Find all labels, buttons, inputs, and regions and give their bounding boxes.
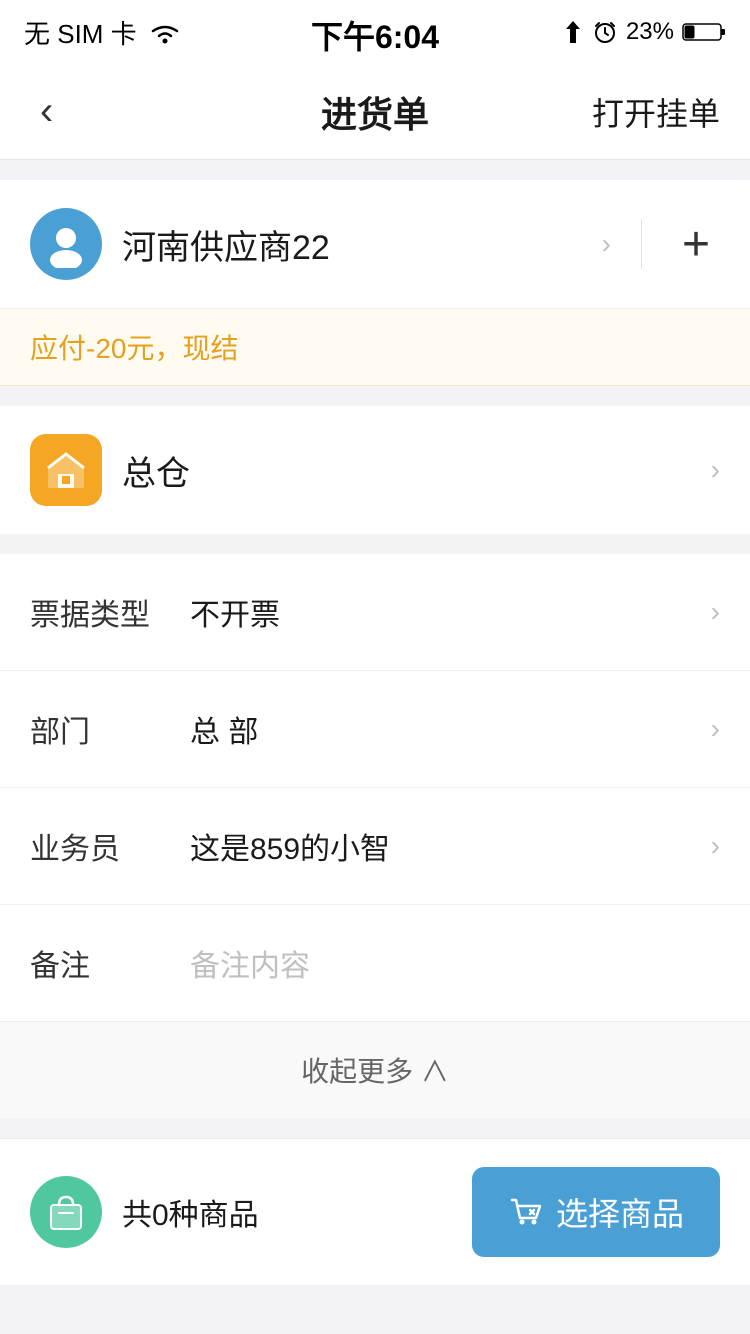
add-supplier-button[interactable]: + [672,217,720,272]
warehouse-name: 总仓 [122,446,711,495]
remark-row[interactable]: 备注 备注内容 [0,905,750,1021]
mid-divider1 [0,386,750,406]
invoice-type-label: 票据类型 [30,590,150,634]
supplier-right: › + [602,217,720,272]
products-icon-wrap [30,1176,102,1248]
nav-bar: ‹ 进货单 打开挂单 [0,64,750,160]
salesperson-value: 这是859的小智 [150,824,711,868]
alarm-icon [592,19,618,45]
status-left: 无 SIM 卡 [24,14,183,51]
warehouse-icon [44,448,88,492]
department-label: 部门 [30,707,150,751]
warehouse-card[interactable]: 总仓 › [0,406,750,534]
supplier-avatar [30,208,102,280]
page-title: 进货单 [321,86,429,138]
products-bar: 共0种商品 选择商品 [0,1138,750,1285]
open-pending-button[interactable]: 打开挂单 [592,89,720,135]
remark-input[interactable]: 备注内容 [150,941,720,985]
carrier-text: 无 SIM 卡 [24,14,137,51]
back-button[interactable]: ‹ [30,79,63,144]
battery-icon [682,21,726,43]
wifi-icon [147,19,183,45]
salesperson-chevron-icon: › [711,830,720,862]
department-chevron-icon: › [711,713,720,745]
battery-text: 23% [626,18,674,46]
invoice-type-chevron-icon: › [711,596,720,628]
department-row[interactable]: 部门 总 部 › [0,671,750,788]
notice-text: 应付-20元，现结 [30,333,238,364]
supplier-chevron-icon: › [602,228,611,260]
cart-icon [508,1194,544,1230]
form-section: 票据类型 不开票 › 部门 总 部 › 业务员 这是859的小智 › 备注 备注… [0,554,750,1021]
department-value: 总 部 [150,707,711,751]
select-goods-label: 选择商品 [556,1189,684,1235]
supplier-divider [641,219,642,269]
warehouse-icon-wrap [30,434,102,506]
location-icon [562,19,584,45]
bottom-divider [0,1118,750,1138]
status-bar: 无 SIM 卡 下午6:04 23% [0,0,750,64]
supplier-row[interactable]: 河南供应商22 › + [0,180,750,309]
select-goods-button[interactable]: 选择商品 [472,1167,720,1257]
mid-divider2 [0,534,750,554]
salesperson-label: 业务员 [30,824,150,868]
warehouse-row[interactable]: 总仓 › [0,406,750,534]
supplier-card: 河南供应商22 › + 应付-20元，现结 [0,180,750,386]
warehouse-chevron-icon: › [711,454,720,486]
supplier-name: 河南供应商22 [122,220,602,269]
status-time: 下午6:04 [311,12,439,58]
products-count: 共0种商品 [122,1190,472,1234]
invoice-type-row[interactable]: 票据类型 不开票 › [0,554,750,671]
remark-label: 备注 [30,941,150,985]
salesperson-row[interactable]: 业务员 这是859的小智 › [0,788,750,905]
collapse-row[interactable]: 收起更多 ∧ [0,1021,750,1118]
person-icon [42,220,90,268]
invoice-type-value: 不开票 [150,590,711,634]
shopping-bag-icon [45,1191,87,1233]
collapse-label: 收起更多 ∧ [301,1050,449,1090]
notice-banner: 应付-20元，现结 [0,309,750,386]
top-divider [0,160,750,180]
status-right: 23% [562,18,726,46]
